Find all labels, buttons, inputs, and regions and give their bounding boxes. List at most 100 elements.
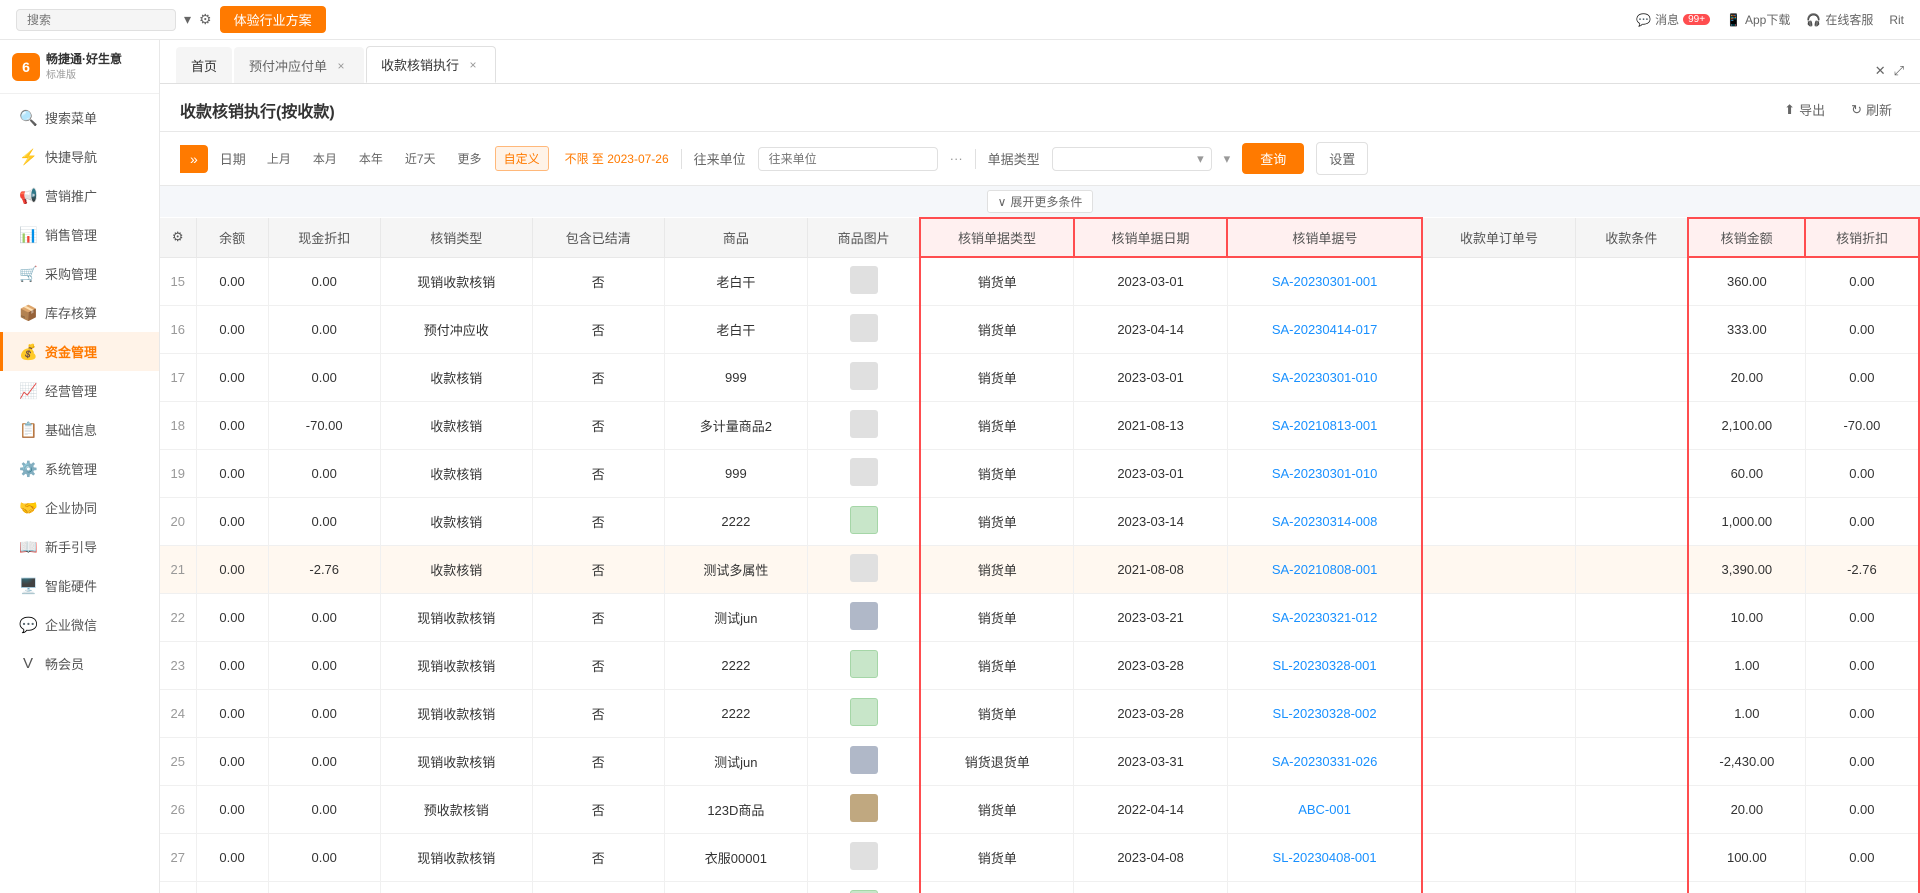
cell-cash-discount: 0.00 [268,257,380,305]
verify-bill-no-link[interactable]: ABC-001 [1298,802,1351,817]
messages-item[interactable]: 💬 消息 99+ [1636,11,1710,28]
type-filter-select[interactable] [1052,147,1212,171]
sales-icon: 📊 [19,226,37,244]
tab-prepay-close[interactable]: × [333,58,349,74]
maximize-icon[interactable]: ⤢ [1894,63,1904,79]
cell-verify-type: 现销收款核销 [380,689,532,737]
cooperation-icon: 🤝 [19,499,37,517]
online-service-item[interactable]: 🎧 在线客服 [1806,11,1873,28]
sidebar-item-inventory[interactable]: 📦 库存核算 [0,293,159,332]
verify-bill-no-link[interactable]: SA-20230301-010 [1272,370,1378,385]
solution-button[interactable]: 体验行业方案 [220,6,326,33]
cell-verify-type: 现销收款核销 [380,593,532,641]
cell-include-cleared: 否 [532,305,664,353]
verify-bill-no-link[interactable]: SL-20230328-002 [1273,706,1377,721]
verify-bill-no-link[interactable]: SA-20230321-012 [1272,610,1378,625]
setting-button[interactable]: 设置 [1316,142,1368,175]
export-button[interactable]: ⬆ 导出 [1776,96,1833,123]
cell-include-cleared: 否 [532,353,664,401]
col-header-verify-discount: 核销折扣 [1805,218,1919,257]
cell-receipt-condition [1575,545,1688,593]
last-7-days-btn[interactable]: 近7天 [396,146,445,171]
sidebar-item-guide[interactable]: 📖 新手引导 [0,527,159,566]
verify-bill-no-link[interactable]: SA-20230301-010 [1272,466,1378,481]
funds-icon: 💰 [19,343,37,361]
sidebar-item-hardware[interactable]: 🖥️ 智能硬件 [0,566,159,605]
tab-home[interactable]: 首页 [176,47,232,83]
unit-filter-label: 往来单位 [694,149,746,168]
sidebar-item-marketing[interactable]: 📢 营销推广 [0,176,159,215]
cell-verify-bill-date: 2023-04-08 [1074,833,1228,881]
sidebar-item-purchase[interactable]: 🛒 采购管理 [0,254,159,293]
this-year-btn[interactable]: 本年 [350,146,392,171]
main-content: 首页 预付冲应付单 × 收款核销执行 × ✕ ⤢ 收款核销执行(按收款) [160,40,1920,893]
expand-bar[interactable]: ∨ 展开更多条件 [160,186,1920,217]
cell-cash-discount: 0.00 [268,689,380,737]
more-dates-btn[interactable]: 更多 [449,146,491,171]
sidebar-item-search[interactable]: 🔍 搜索菜单 [0,98,159,137]
online-service-label: 在线客服 [1825,11,1873,28]
sidebar-label-guide: 新手引导 [45,537,97,556]
cell-cash-discount: 0.00 [268,641,380,689]
cell-settings: 22 [160,593,196,641]
sidebar-item-wechat[interactable]: 💬 企业微信 [0,605,159,644]
this-month-btn[interactable]: 本月 [304,146,346,171]
tab-collection[interactable]: 收款核销执行 × [366,46,496,83]
cell-receipt-order-no [1422,545,1575,593]
sidebar-item-sales[interactable]: 📊 销售管理 [0,215,159,254]
app-download-item[interactable]: 📱 App下载 [1726,11,1790,28]
marketing-icon: 📢 [19,187,37,205]
verify-bill-no-link[interactable]: SA-20230331-026 [1272,754,1378,769]
cell-receipt-condition [1575,593,1688,641]
verify-bill-no-link[interactable]: SA-20230314-008 [1272,514,1378,529]
cell-product-image [807,401,920,449]
verify-bill-no-link[interactable]: SA-20210813-001 [1272,418,1378,433]
filter-expand-arrow[interactable]: » [180,145,208,173]
custom-date-btn[interactable]: 自定义 [495,146,549,171]
table-row: 26 0.00 0.00 预收款核销 否 123D商品 销货单 2022-04-… [160,785,1919,833]
tab-collection-close[interactable]: × [465,57,481,73]
sidebar-item-cooperation[interactable]: 🤝 企业协同 [0,488,159,527]
sidebar-item-system[interactable]: ⚙️ 系统管理 [0,449,159,488]
cell-balance: 0.00 [196,497,268,545]
sidebar-item-quick-nav[interactable]: ⚡ 快捷导航 [0,137,159,176]
col-header-verify-amount: 核销金额 [1688,218,1805,257]
cell-verify-bill-no: SA-20230414-017 [1227,305,1422,353]
tab-prepay[interactable]: 预付冲应付单 × [234,47,364,83]
data-table: ⚙ 余额 现金折扣 核销类型 包含已结清 商品 商品图片 核销单据类型 核销单据… [160,217,1920,893]
col-header-settings[interactable]: ⚙ [160,218,196,257]
unit-filter-input[interactable] [758,147,938,171]
cell-product-image [807,833,920,881]
last-month-btn[interactable]: 上月 [258,146,300,171]
settings-icon[interactable]: ⚙ [199,11,212,28]
layout: 6 畅捷通·好生意 标准版 🔍 搜索菜单 ⚡ 快捷导航 📢 营销推广 📊 销售管… [0,40,1920,893]
dropdown-icon[interactable]: ▾ [184,11,191,28]
cell-verify-bill-date: 2023-03-21 [1074,593,1228,641]
cell-verify-bill-type: 销货单 [920,881,1074,893]
cell-include-cleared: 否 [532,833,664,881]
sidebar-item-vip[interactable]: V 畅会员 [0,644,159,683]
user-name-item[interactable]: Rit [1889,13,1904,27]
sidebar-item-business[interactable]: 📈 经营管理 [0,371,159,410]
cell-verify-bill-type: 销货单 [920,641,1074,689]
cell-verify-bill-no: SL-20230328-002 [1227,689,1422,737]
cell-verify-type: 现销收款核销 [380,257,532,305]
verify-bill-no-link[interactable]: SL-20230328-001 [1273,658,1377,673]
cell-verify-type: 预付冲应收 [380,305,532,353]
cell-receipt-order-no [1422,737,1575,785]
search-input[interactable] [16,9,176,31]
cell-verify-amount: 100.00 [1688,881,1805,893]
close-window-icon[interactable]: ✕ [1875,63,1886,79]
verify-bill-no-link[interactable]: SA-20230414-017 [1272,322,1378,337]
verify-bill-no-link[interactable]: SA-20210808-001 [1272,562,1378,577]
sidebar-item-basic-info[interactable]: 📋 基础信息 [0,410,159,449]
query-button[interactable]: 查询 [1242,143,1304,174]
expand-conditions-btn[interactable]: ∨ 展开更多条件 [987,190,1094,213]
refresh-button[interactable]: ↻ 刷新 [1843,96,1900,123]
sidebar-item-funds[interactable]: 💰 资金管理 [0,332,159,371]
col-header-cash-discount: 现金折扣 [268,218,380,257]
cell-settings: 21 [160,545,196,593]
cell-product-image [807,449,920,497]
verify-bill-no-link[interactable]: SL-20230408-001 [1273,850,1377,865]
verify-bill-no-link[interactable]: SA-20230301-001 [1272,274,1378,289]
